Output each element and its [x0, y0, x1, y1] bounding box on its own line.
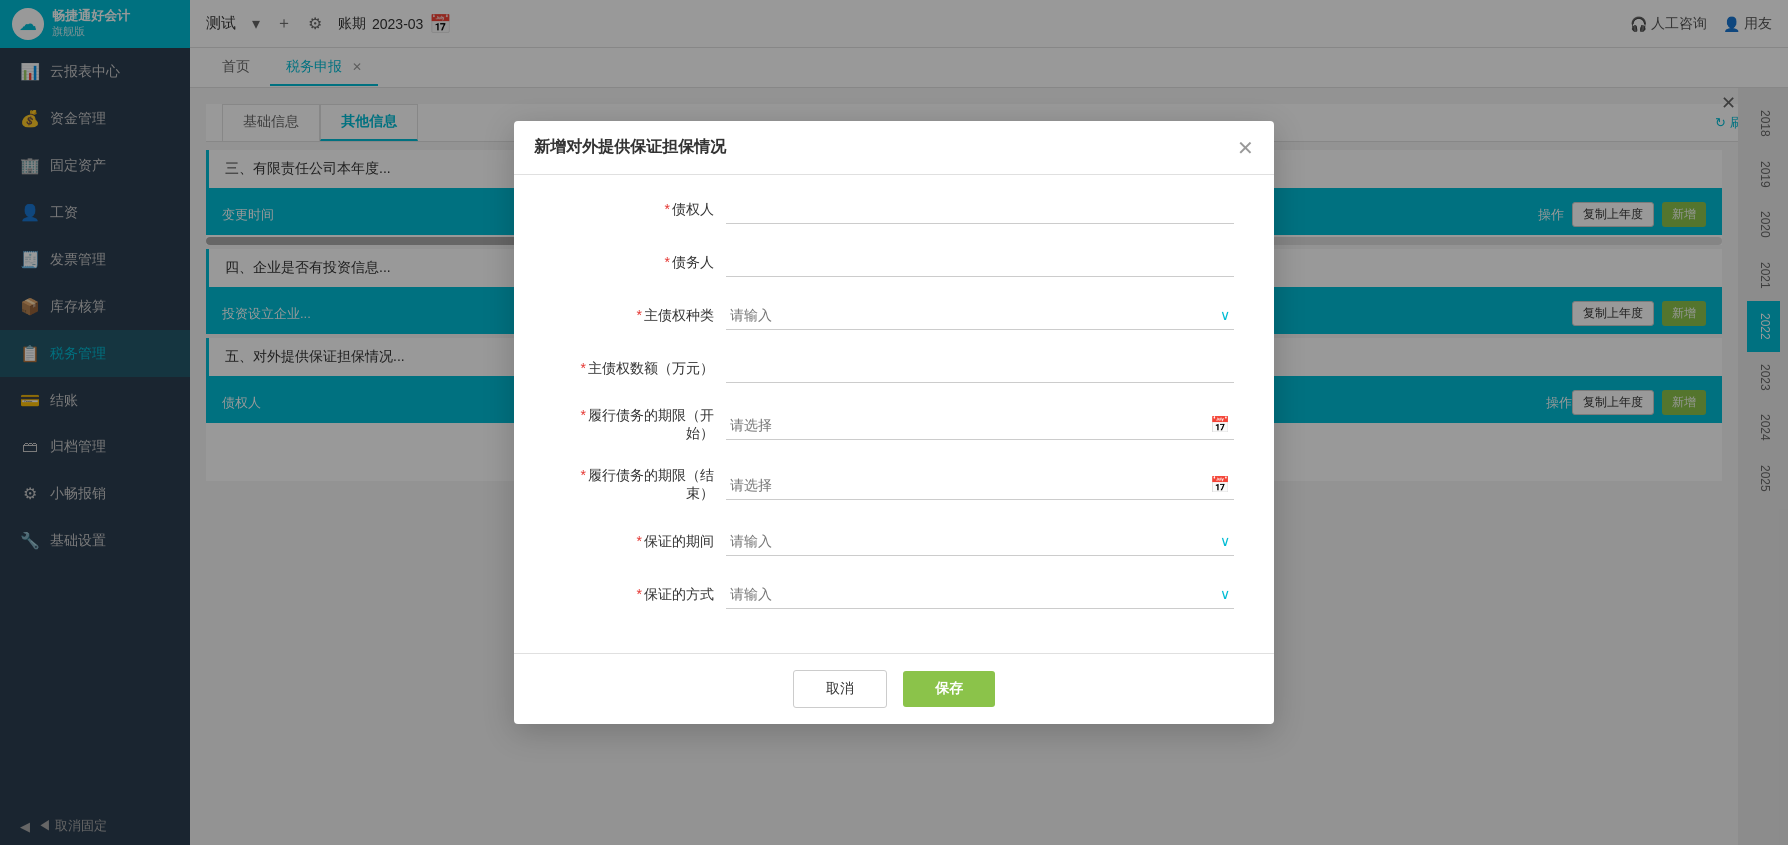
required-mark: * [637, 533, 642, 549]
claim-type-wrapper: ∨ [726, 301, 1234, 330]
save-button[interactable]: 保存 [903, 671, 995, 707]
required-mark: * [581, 467, 586, 483]
dialog-title: 新增对外提供保证担保情况 [534, 137, 726, 158]
required-mark: * [581, 407, 586, 423]
dialog-header: 新增对外提供保证担保情况 ✕ [514, 121, 1274, 175]
dialog-close-btn[interactable]: ✕ [1237, 138, 1254, 158]
form-label-creditor: *债权人 [554, 201, 714, 219]
guarantee-period-input[interactable] [726, 527, 1216, 555]
cancel-button[interactable]: 取消 [793, 670, 887, 708]
form-label-guarantee-period: *保证的期间 [554, 533, 714, 551]
creditor-input[interactable] [726, 195, 1234, 224]
claim-amount-input[interactable] [726, 354, 1234, 383]
form-row-claim-type: *主债权种类 ∨ [554, 301, 1234, 330]
required-mark: * [581, 360, 586, 376]
form-label-claim-amount: *主债权数额（万元） [554, 360, 714, 378]
form-label-period-end: *履行债务的期限（结束） [554, 467, 714, 503]
form-row-debtor: *债务人 [554, 248, 1234, 277]
form-row-period-start: *履行债务的期限（开始） 📅 [554, 407, 1234, 443]
form-row-creditor: *债权人 [554, 195, 1234, 224]
guarantee-method-wrapper: ∨ [726, 580, 1234, 609]
guarantee-method-dropdown-icon[interactable]: ∨ [1216, 586, 1234, 602]
form-row-period-end: *履行债务的期限（结束） 📅 [554, 467, 1234, 503]
form-label-debtor: *债务人 [554, 254, 714, 272]
required-mark: * [665, 254, 670, 270]
form-label-period-start: *履行债务的期限（开始） [554, 407, 714, 443]
guarantee-period-dropdown-icon[interactable]: ∨ [1216, 533, 1234, 549]
dialog-body: *债权人 *债务人 *主债权种类 ∨ [514, 175, 1274, 653]
guarantee-period-wrapper: ∨ [726, 527, 1234, 556]
required-mark: * [665, 201, 670, 217]
dialog: 新增对外提供保证担保情况 ✕ *债权人 *债务人 *主债权种类 [514, 121, 1274, 724]
form-row-guarantee-period: *保证的期间 ∨ [554, 527, 1234, 556]
required-mark: * [637, 586, 642, 602]
required-mark: * [637, 307, 642, 323]
claim-type-input[interactable] [726, 301, 1216, 329]
guarantee-method-input[interactable] [726, 580, 1216, 608]
form-row-guarantee-method: *保证的方式 ∨ [554, 580, 1234, 609]
form-label-guarantee-method: *保证的方式 [554, 586, 714, 604]
debtor-input[interactable] [726, 248, 1234, 277]
period-end-input[interactable] [726, 471, 1206, 499]
form-row-claim-amount: *主债权数额（万元） [554, 354, 1234, 383]
period-start-calendar-icon[interactable]: 📅 [1206, 415, 1234, 434]
form-label-claim-type: *主债权种类 [554, 307, 714, 325]
period-start-wrapper: 📅 [726, 411, 1234, 440]
modal-overlay[interactable]: 新增对外提供保证担保情况 ✕ *债权人 *债务人 *主债权种类 [0, 0, 1788, 845]
dialog-footer: 取消 保存 [514, 653, 1274, 724]
claim-type-dropdown-icon[interactable]: ∨ [1216, 307, 1234, 323]
period-end-calendar-icon[interactable]: 📅 [1206, 475, 1234, 494]
period-end-wrapper: 📅 [726, 471, 1234, 500]
period-start-input[interactable] [726, 411, 1206, 439]
